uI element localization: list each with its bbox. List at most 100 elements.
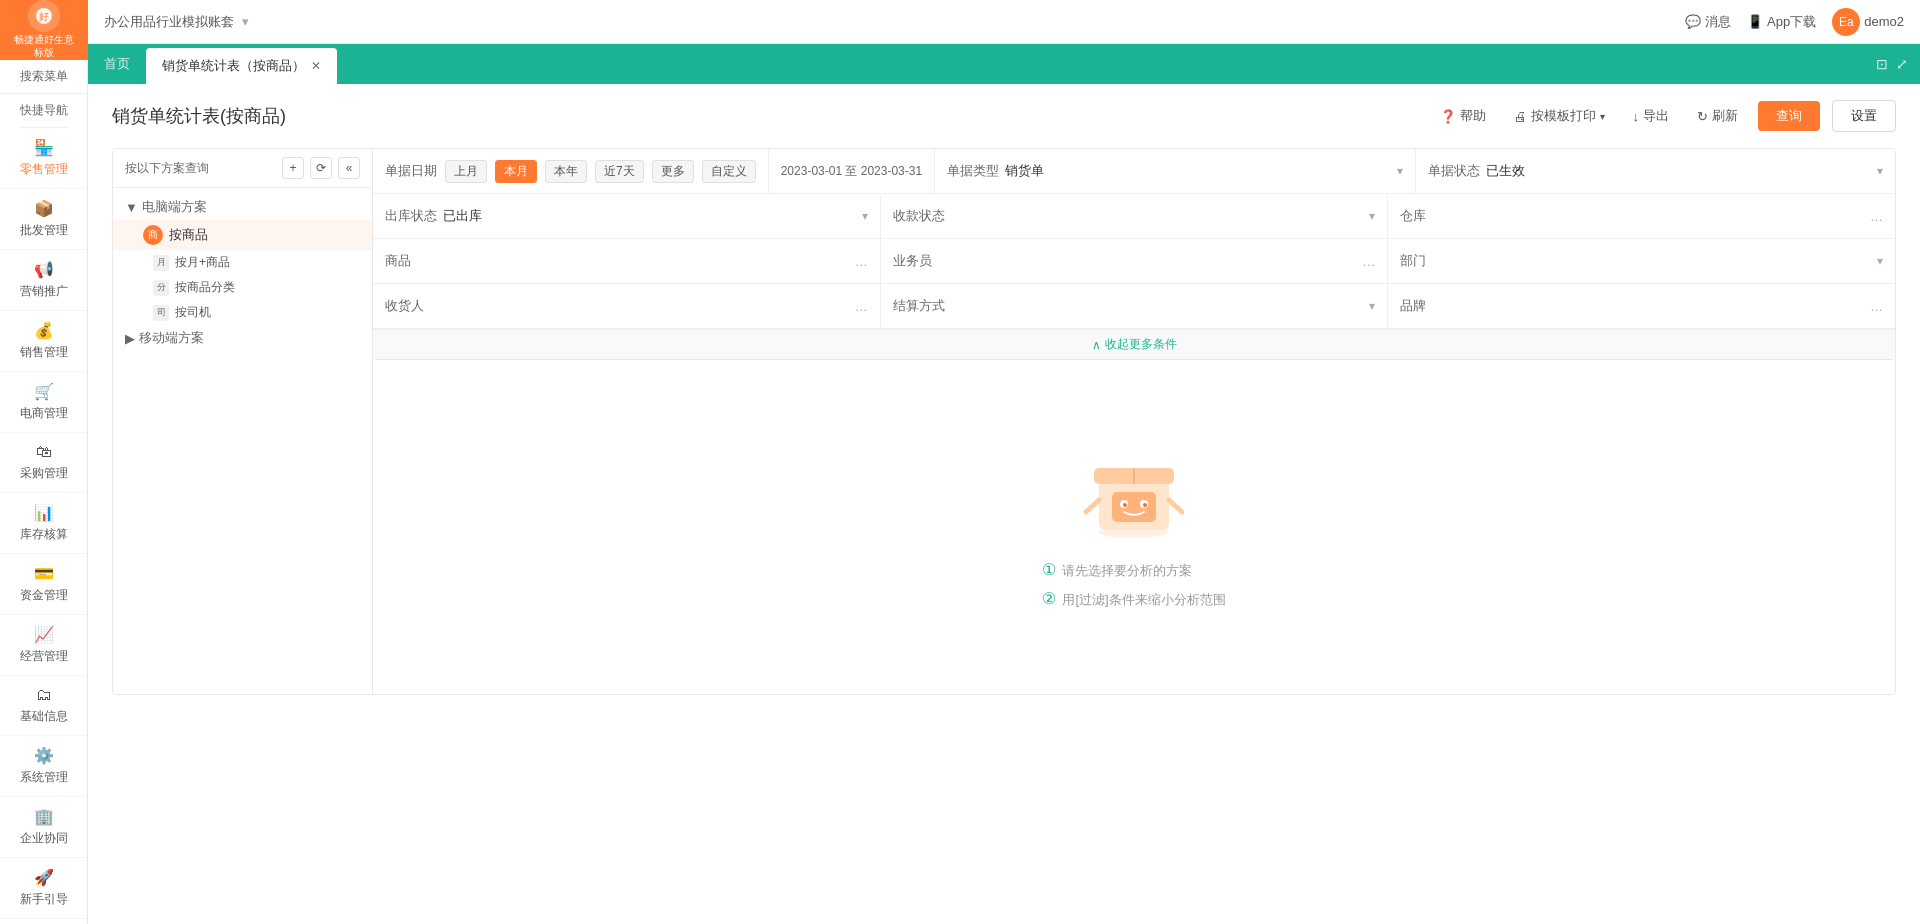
sidebar-item-marketing-label: 营销推广 (20, 283, 68, 300)
sidebar-item-system[interactable]: ⚙️ 系统管理 (0, 736, 87, 797)
refresh-label: 刷新 (1712, 107, 1738, 125)
receiver-label: 收货人 (385, 297, 435, 315)
date-btn-last-month[interactable]: 上月 (445, 160, 487, 183)
tab-restore-icon[interactable]: ⊡ (1876, 56, 1888, 72)
print-btn[interactable]: 🖨 按模板打印 ▾ (1506, 103, 1613, 129)
user-menu[interactable]: Ea demo2 (1832, 8, 1904, 36)
tab-sales-stat[interactable]: 销货单统计表（按商品） ✕ (146, 48, 337, 84)
sidebar-item-retail-label: 零售管理 (20, 161, 68, 178)
sidebar-item-guide-label: 新手引导 (20, 891, 68, 908)
sidebar-item-base[interactable]: 🗂 基础信息 (0, 676, 87, 736)
tree-item-icon-goods: 商 (143, 225, 163, 245)
sidebar-item-guide[interactable]: 🚀 新手引导 (0, 858, 87, 919)
sidebar-item-retail[interactable]: 🏪 零售管理 (0, 128, 87, 189)
sidebar-item-enterprise[interactable]: 🏢 企业协同 (0, 797, 87, 858)
staff-select[interactable]: … (951, 254, 1376, 269)
date-btn-more[interactable]: 更多 (652, 160, 694, 183)
sidebar-item-appcenter[interactable]: 📱 应用中心 (0, 919, 87, 924)
export-icon: ↓ (1633, 109, 1640, 124)
sidebar-item-sales[interactable]: 💰 销售管理 (0, 311, 87, 372)
receiver-select[interactable]: … (443, 299, 868, 314)
tab-expand-icon[interactable]: ⤢ (1896, 56, 1908, 72)
out-status-select[interactable]: 已出库 ▾ (443, 207, 868, 225)
sidebar-item-ecom[interactable]: 🛒 电商管理 (0, 372, 87, 433)
sidebar-item-finance[interactable]: 💳 资金管理 (0, 554, 87, 615)
sidebar-item-ecom-label: 电商管理 (20, 405, 68, 422)
sidebar-item-marketing[interactable]: 📢 营销推广 (0, 250, 87, 311)
left-panel-title: 按以下方案查询 (125, 160, 209, 177)
query-button[interactable]: 查询 (1758, 101, 1820, 131)
refresh-btn[interactable]: ↻ 刷新 (1689, 103, 1746, 129)
sidebar-item-inventory[interactable]: 📊 库存核算 (0, 493, 87, 554)
doc-status-select[interactable]: 已生效 ▾ (1486, 162, 1883, 180)
refresh-scheme-btn[interactable]: ⟳ (310, 157, 332, 179)
sidebar-item-enterprise-label: 企业协同 (20, 830, 68, 847)
hint-text-2: 用[过滤]条件来缩小分析范围 (1062, 588, 1225, 611)
left-panel: 按以下方案查询 + ⟳ « ▼ 电脑端方案 (113, 149, 373, 694)
out-status-chevron: ▾ (862, 209, 868, 223)
filter-row-1: 单据日期 上月 本月 本年 近7天 更多 自定义 (373, 149, 1895, 194)
sidebar-item-purchase[interactable]: 🛍 采购管理 (0, 433, 87, 493)
tree-sub-goods-cat-label: 按商品分类 (175, 279, 235, 296)
date-btn-custom[interactable]: 自定义 (702, 160, 756, 183)
left-panel-icons: + ⟳ « (282, 157, 360, 179)
sidebar-quick-nav[interactable]: 快捷导航 (20, 94, 68, 128)
tree-sub-item-goods-cat[interactable]: 分 按商品分类 (113, 275, 372, 300)
dropdown-icon[interactable]: ▾ (242, 14, 249, 29)
print-dropdown-icon: ▾ (1600, 111, 1605, 122)
warehouse-dots: … (1870, 209, 1883, 224)
page-actions: ❓ 帮助 🖨 按模板打印 ▾ ↓ 导出 ↻ 刷新 (1432, 100, 1897, 132)
help-btn[interactable]: ❓ 帮助 (1432, 103, 1494, 129)
payment-select[interactable]: ▾ (951, 299, 1376, 313)
tab-close-icon[interactable]: ✕ (311, 59, 321, 73)
add-scheme-btn[interactable]: + (282, 157, 304, 179)
date-btn-7days[interactable]: 近7天 (595, 160, 644, 183)
doc-status-label: 单据状态 (1428, 162, 1478, 180)
filter-cell-receipt-status: 收款状态 ▾ (881, 194, 1389, 238)
receipt-status-label: 收款状态 (893, 207, 943, 225)
search-label[interactable]: 搜索菜单 (20, 69, 68, 83)
warehouse-select[interactable]: … (1458, 209, 1883, 224)
collapse-bar[interactable]: ∧ 收起更多条件 (373, 329, 1895, 359)
export-btn[interactable]: ↓ 导出 (1625, 103, 1678, 129)
tree-sub-driver-label: 按司机 (175, 304, 211, 321)
tree-category-mobile[interactable]: ▶ 移动端方案 (113, 325, 372, 351)
sidebar-item-wholesale[interactable]: 📦 批发管理 (0, 189, 87, 250)
tree-item-goods-label: 按商品 (169, 226, 208, 244)
main: 办公用品行业模拟账套 ▾ 💬 消息 📱 App下载 Ea demo2 首页 销货… (88, 0, 1920, 924)
brand-filter-label: 品牌 (1400, 297, 1450, 315)
brand-subtitle: 标版 (34, 46, 54, 60)
dept-chevron: ▾ (1877, 254, 1883, 268)
goods-select[interactable]: … (443, 254, 868, 269)
date-btn-current-month[interactable]: 本月 (495, 160, 537, 183)
payment-chevron: ▾ (1369, 299, 1375, 313)
sales-icon: 💰 (34, 321, 54, 340)
hint-num-1: ① (1042, 556, 1056, 585)
tree-category-pc[interactable]: ▼ 电脑端方案 (113, 194, 372, 220)
settings-button[interactable]: 设置 (1832, 100, 1896, 132)
guide-icon: 🚀 (34, 868, 54, 887)
sidebar-search[interactable]: 搜索菜单 (0, 60, 87, 94)
dept-select[interactable]: ▾ (1458, 254, 1883, 268)
doc-type-select[interactable]: 销货单 ▾ (1005, 162, 1402, 180)
tree-sub-item-driver[interactable]: 司 按司机 (113, 300, 372, 325)
sidebar-item-operation[interactable]: 📈 经营管理 (0, 615, 87, 676)
tab-home[interactable]: 首页 (88, 44, 146, 84)
base-icon: 🗂 (36, 686, 52, 704)
svg-point-10 (1143, 503, 1147, 507)
receipt-status-select[interactable]: ▾ (951, 209, 1376, 223)
operation-icon: 📈 (34, 625, 54, 644)
date-btn-year[interactable]: 本年 (545, 160, 587, 183)
tree-item-by-goods[interactable]: 商 按商品 (113, 220, 372, 250)
inventory-icon: 📊 (34, 503, 54, 522)
hint-text-1: 请先选择要分析的方案 (1062, 559, 1192, 582)
collapse-panel-btn[interactable]: « (338, 157, 360, 179)
filter-cell-receiver: 收货人 … (373, 284, 881, 328)
app-download-btn[interactable]: 📱 App下载 (1747, 13, 1816, 31)
filter-cell-dept: 部门 ▾ (1388, 239, 1895, 283)
message-btn[interactable]: 💬 消息 (1685, 13, 1731, 31)
brand-select[interactable]: … (1458, 299, 1883, 314)
filter-row-4: 收货人 … 结算方式 ▾ (373, 284, 1895, 329)
filter-cell-doc-type: 单据类型 销货单 ▾ (935, 149, 1415, 193)
tree-sub-item-month-goods[interactable]: 月 按月+商品 (113, 250, 372, 275)
